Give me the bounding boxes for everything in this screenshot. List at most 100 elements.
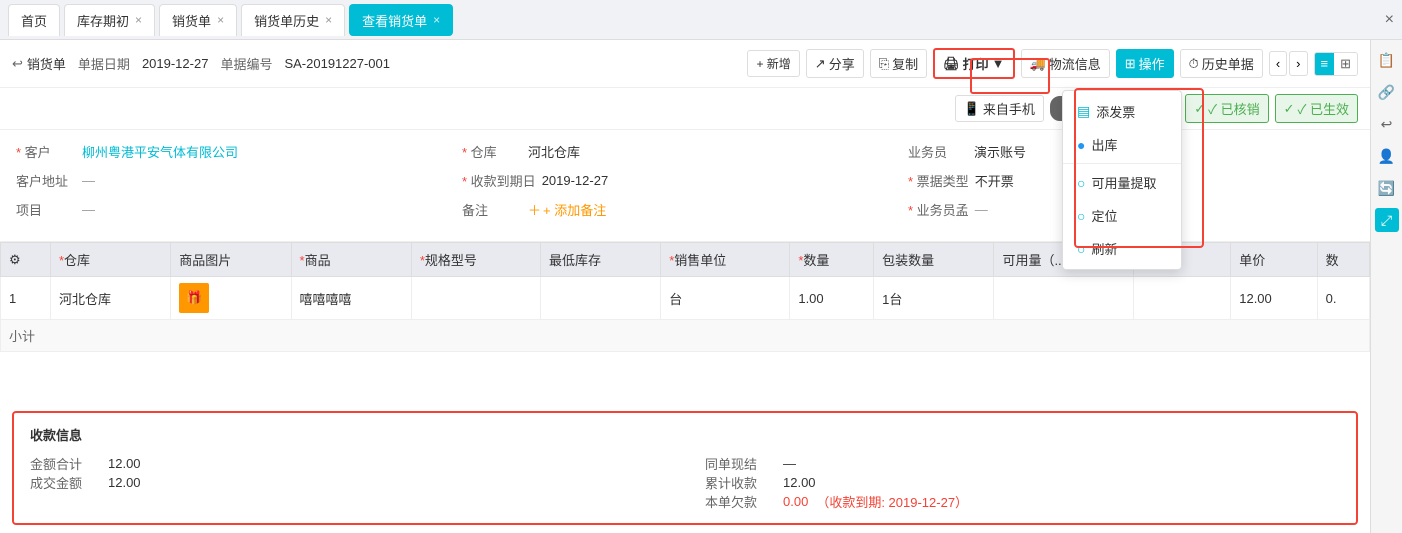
- doc-title: ↩ 销货单: [12, 54, 66, 73]
- right-sidebar: 📋 🔗 ↩ 👤 🔄 ⤢: [1370, 40, 1402, 533]
- logistics-button[interactable]: 🚚 物流信息: [1021, 49, 1110, 78]
- warehouse-field: 仓库 河北仓库: [462, 142, 908, 161]
- number-value: SA-20191227-001: [284, 56, 390, 71]
- bottom-info-grid: 金额合计 12.00 成交金额 12.00 同单现结 — 累计收款 12.00: [30, 454, 1340, 511]
- tab-sales-label: 销货单: [172, 11, 211, 30]
- list-view-button[interactable]: ≡: [1315, 53, 1335, 75]
- bottom-info-left: 金额合计 12.00 成交金额 12.00: [30, 454, 665, 511]
- bottom-info-right: 同单现结 — 累计收款 12.00 本单欠款 0.00 （收款到期: 2019-…: [705, 454, 1340, 511]
- tab-history-close[interactable]: ×: [325, 13, 332, 27]
- outbound-label: 出库: [1091, 135, 1117, 154]
- tab-view-sales-close[interactable]: ×: [433, 13, 440, 27]
- same-order-settle-value: —: [783, 456, 796, 471]
- history-icon: ⏱: [1189, 56, 1199, 72]
- history-label: 历史单据: [1202, 54, 1254, 73]
- nav-arrows: ‹ ›: [1269, 51, 1308, 76]
- mobile-button[interactable]: 📱 来自手机: [955, 95, 1044, 122]
- warehouse-value: 河北仓库: [528, 142, 580, 161]
- address-label: 客户地址: [16, 171, 76, 190]
- same-order-settle-label: 同单现结: [705, 454, 775, 473]
- note-field: 备注 ＋ + 添加备注: [462, 200, 908, 219]
- share-button[interactable]: ↗ 分享: [806, 49, 864, 78]
- project-value: —: [82, 202, 95, 217]
- logistics-icon: 🚚: [1030, 56, 1046, 72]
- col-gear[interactable]: ⚙: [1, 243, 51, 277]
- row-stock: [1133, 277, 1231, 320]
- deal-amount-row: 成交金额 12.00: [30, 473, 665, 492]
- dropdown-item-invoice[interactable]: ▤ 添发票: [1063, 95, 1181, 128]
- project-label: 项目: [16, 200, 76, 219]
- subtotal-label: 小计: [1, 320, 1370, 352]
- tab-sales-close[interactable]: ×: [217, 13, 224, 27]
- dropdown-item-available[interactable]: ○ 可用量提取: [1063, 166, 1181, 199]
- warehouse-label: 仓库: [462, 142, 522, 161]
- total-amount-value: 12.00: [108, 456, 141, 471]
- available-icon: ○: [1077, 175, 1085, 191]
- operations-button[interactable]: ⊞ 操作: [1116, 49, 1174, 78]
- sidebar-icon-1[interactable]: 📋: [1375, 48, 1399, 72]
- operations-label: 操作: [1139, 54, 1165, 73]
- window-close-button[interactable]: ×: [1385, 11, 1394, 29]
- invoice-label: 添发票: [1096, 102, 1135, 121]
- add-note-button[interactable]: ＋ + 添加备注: [528, 200, 606, 219]
- copy-icon: ⎘: [879, 56, 889, 72]
- prev-arrow[interactable]: ‹: [1269, 51, 1287, 76]
- sidebar-icon-2[interactable]: 🔗: [1375, 80, 1399, 104]
- row-warehouse: 河北仓库: [50, 277, 170, 320]
- bottom-info: 收款信息 金额合计 12.00 成交金额 12.00 同单现结 — 累计收款: [12, 411, 1358, 525]
- verified-icon: ✓: [1194, 101, 1205, 117]
- salesperson-value: —: [975, 202, 988, 217]
- view-toggle: ≡ ⊞: [1314, 52, 1359, 76]
- bottom-info-title: 收款信息: [30, 425, 1340, 444]
- col-min-stock: 最低库存: [540, 243, 660, 277]
- cumulative-receipt-label: 累计收款: [705, 473, 775, 492]
- tab-inventory[interactable]: 库存期初 ×: [64, 4, 155, 36]
- row-product: 嘻嘻嘻嘻: [291, 277, 411, 320]
- col-product: *商品: [291, 243, 411, 277]
- next-arrow[interactable]: ›: [1289, 51, 1307, 76]
- row-pack-qty: 1台: [874, 277, 994, 320]
- current-debt-row: 本单欠款 0.00 （收款到期: 2019-12-27）: [705, 492, 1340, 511]
- invoice-icon: ▤: [1077, 103, 1090, 120]
- col-spec: *规格型号: [411, 243, 540, 277]
- sidebar-icon-3[interactable]: ↩: [1375, 112, 1399, 136]
- tab-sales[interactable]: 销货单 ×: [159, 4, 237, 36]
- doc-type-icon: ↩: [12, 56, 23, 72]
- dropdown-item-refresh[interactable]: ○ 刷新: [1063, 232, 1181, 265]
- dropdown-item-outbound[interactable]: ● 出库: [1063, 128, 1181, 161]
- verified-button[interactable]: ✓ ✓ 已核销: [1185, 94, 1268, 123]
- tab-bar: 首页 库存期初 × 销货单 × 销货单历史 × 查看销货单 × ×: [0, 0, 1402, 40]
- sidebar-icon-4[interactable]: 👤: [1375, 144, 1399, 168]
- refresh-label: 刷新: [1091, 239, 1117, 258]
- col-price: 单价: [1231, 243, 1317, 277]
- tab-inventory-close[interactable]: ×: [135, 13, 142, 27]
- grid-view-button[interactable]: ⊞: [1334, 53, 1357, 75]
- copy-button[interactable]: ⎘ 复制: [870, 49, 927, 78]
- tab-view-sales[interactable]: 查看销货单 ×: [349, 4, 453, 36]
- history-button[interactable]: ⏱ 历史单据: [1180, 49, 1263, 78]
- print-button[interactable]: 🖨 打印 ▼: [933, 48, 1014, 79]
- subtotal-row: 小计: [1, 320, 1370, 352]
- project-field: 项目 —: [16, 200, 462, 219]
- locate-icon: ○: [1077, 208, 1085, 224]
- customer-label: 客户: [16, 142, 76, 161]
- dropdown-item-locate[interactable]: ○ 定位: [1063, 199, 1181, 232]
- tab-history[interactable]: 销货单历史 ×: [241, 4, 345, 36]
- sidebar-icon-5[interactable]: 🔄: [1375, 176, 1399, 200]
- row-min-stock: [540, 277, 660, 320]
- row-image: 🎁: [171, 277, 291, 320]
- new-button[interactable]: + 新增: [747, 50, 799, 77]
- employee-value: 演示账号: [974, 142, 1026, 161]
- logistics-label: 物流信息: [1049, 54, 1101, 73]
- tab-view-sales-label: 查看销货单: [362, 11, 427, 30]
- sidebar-icon-expand[interactable]: ⤢: [1375, 208, 1399, 232]
- effective-button[interactable]: ✓ ✓ 已生效: [1275, 94, 1358, 123]
- employee-label: 业务员: [908, 142, 968, 161]
- ticket-type-label: 票据类型: [908, 171, 969, 190]
- customer-value[interactable]: 柳州粤港平安气体有限公司: [82, 142, 238, 161]
- add-note-label: + 添加备注: [543, 200, 606, 219]
- operations-icon: ⊞: [1125, 56, 1136, 72]
- doc-info: ↩ 销货单 单据日期 2019-12-27 单据编号 SA-20191227-0…: [12, 54, 739, 73]
- number-label: 单据编号: [220, 54, 272, 73]
- tab-home[interactable]: 首页: [8, 4, 60, 36]
